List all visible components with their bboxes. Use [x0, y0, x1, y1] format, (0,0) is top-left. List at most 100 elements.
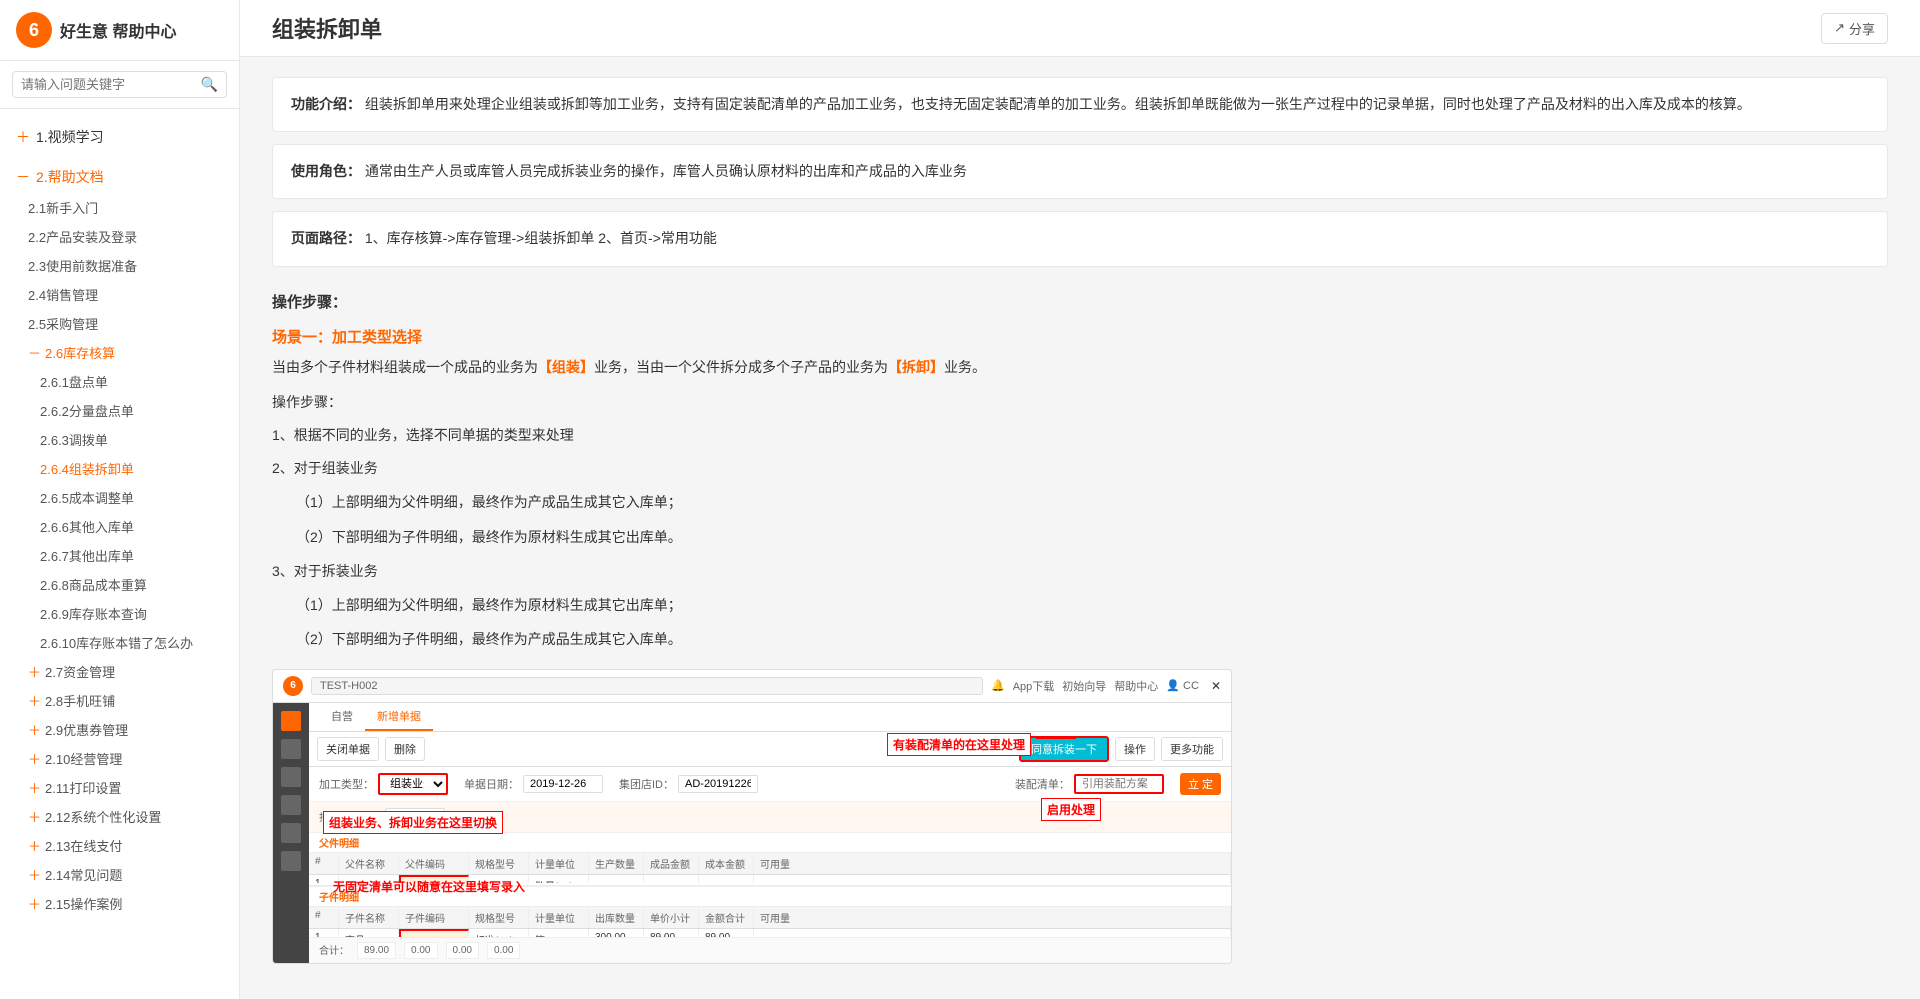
path-box: 页面路径： 1、库存核算->库存管理->组装拆卸单 2、首页->常用功能: [272, 211, 1888, 266]
sidebar-item-finance[interactable]: ＋ 2.7资金管理: [0, 657, 239, 686]
sidebar-item-264[interactable]: 2.6.4组装拆卸单: [0, 454, 239, 483]
steps-title: 操作步骤：: [272, 291, 1888, 312]
app-logo: 6: [16, 12, 52, 48]
mock-app-wrapper: 自营 新增单据 关闭单据 删除 同意拆装一下 操作 更多功能: [273, 703, 1231, 963]
sidebar-item-261[interactable]: 2.6.1盘点单: [0, 367, 239, 396]
logo-area: 6 好生意 帮助中心: [0, 0, 239, 61]
child-col-code: 子件编码: [399, 907, 469, 928]
sidebar-item-262[interactable]: 2.6.2分量盘点单: [0, 396, 239, 425]
ops-plus-icon: ＋: [28, 749, 41, 768]
mock-parent-table: # 父件名称 父件编码 规格型号 计量单位 生产数量 成品金额 成本金额 可用量: [309, 853, 1231, 883]
sidebar-item-data-prep[interactable]: 2.3使用前数据准备: [0, 251, 239, 280]
app-bar-icon4: 帮助中心: [1114, 678, 1158, 694]
share-icon: ↗: [1834, 20, 1845, 36]
step-2: 2、对于组装业务: [272, 456, 1888, 481]
inventory-minus-icon: －: [28, 343, 41, 362]
sidebar-item-269[interactable]: 2.6.9库存账本查询: [0, 599, 239, 628]
sidebar-item-print[interactable]: ＋ 2.11打印设置: [0, 773, 239, 802]
assemble-bracket: 【组装】: [538, 359, 594, 375]
page-header: 组装拆卸单 ↗ 分享: [240, 0, 1920, 57]
sidebar-item-payment[interactable]: ＋ 2.13在线支付: [0, 831, 239, 860]
mock-sidebar-icon-4: [281, 795, 301, 815]
mock-action-btn[interactable]: 同意拆装一下: [1019, 736, 1109, 762]
minus-icon: －: [16, 167, 30, 187]
field-type-label: 加工类型：: [319, 776, 374, 792]
sidebar-item-268[interactable]: 2.6.8商品成本重算: [0, 570, 239, 599]
sidebar-item-267[interactable]: 2.6.7其他出库单: [0, 541, 239, 570]
app-bar-icon5: 👤 CC: [1166, 679, 1199, 692]
sidebar-item-settings[interactable]: ＋ 2.12系统个性化设置: [0, 802, 239, 831]
mock-delete-btn[interactable]: 删除: [385, 737, 425, 761]
app-bar-icon3: 初始向导: [1062, 678, 1106, 694]
total-label: 合计：: [319, 942, 349, 959]
mock-extra-btn1[interactable]: 操作: [1115, 737, 1155, 761]
mock-tabs: 自营 新增单据: [309, 703, 1231, 732]
mock-child-code-1[interactable]: [399, 929, 469, 937]
child-col-num: #: [309, 907, 339, 928]
annotation-1-arrow: [1036, 737, 1076, 739]
nav-section-1: ＋ 1.视频学习: [0, 117, 239, 157]
child-col-price: 单价小计: [644, 907, 699, 928]
role-text: 通常由生产人员或库管人员完成拆装业务的操作，库管人员确认原材料的出库和产成品的入…: [365, 163, 967, 179]
coupon-plus-icon: ＋: [28, 720, 41, 739]
sidebar: 6 好生意 帮助中心 🔍 ＋ 1.视频学习 － 2.帮助文档 2.1新手入门 2…: [0, 0, 240, 999]
mock-template-input[interactable]: [1074, 774, 1164, 794]
mock-sidebar-icon-3: [281, 767, 301, 787]
mock-confirm-btn[interactable]: 立 定: [1180, 773, 1221, 795]
mock-app-logo: 6: [283, 676, 303, 696]
mock-tab-new[interactable]: 新增单据: [365, 703, 433, 731]
mock-parent-table-header: # 父件名称 父件编码 规格型号 计量单位 生产数量 成品金额 成本金额 可用量: [309, 853, 1231, 875]
mock-toolbar: 关闭单据 删除 同意拆装一下 操作 更多功能: [309, 732, 1231, 767]
sidebar-item-faq[interactable]: ＋ 2.14常见问题: [0, 860, 239, 889]
search-area: 🔍: [0, 61, 239, 109]
sidebar-item-video-learning[interactable]: ＋ 1.视频学习: [0, 121, 239, 153]
mock-id-input[interactable]: [678, 775, 758, 793]
sidebar-item-help-docs[interactable]: － 2.帮助文档: [0, 161, 239, 193]
sub-form-label: 批次员工：: [319, 809, 369, 824]
col-header-parent-name: 父件名称: [339, 853, 399, 874]
search-box[interactable]: 🔍: [12, 71, 227, 98]
sidebar-item-ops[interactable]: ＋ 2.10经营管理: [0, 744, 239, 773]
sidebar-item-coupon[interactable]: ＋ 2.9优惠券管理: [0, 715, 239, 744]
sidebar-item-new-user[interactable]: 2.1新手入门: [0, 193, 239, 222]
sidebar-item-install[interactable]: 2.2产品安装及登录: [0, 222, 239, 251]
mock-app-layout: 自营 新增单据 关闭单据 删除 同意拆装一下 操作 更多功能: [273, 703, 1231, 963]
faq-plus-icon: ＋: [28, 865, 41, 884]
mock-date-input[interactable]: [523, 775, 603, 793]
steps-section: 操作步骤： 场景一：加工类型选择 当由多个子件材料组装成一个成品的业务为【组装】…: [272, 279, 1888, 976]
mock-tab-home[interactable]: 自营: [319, 703, 365, 731]
mock-code-cell[interactable]: [399, 875, 469, 883]
col-header-unit: 计量单位: [529, 853, 589, 874]
sidebar-item-266[interactable]: 2.6.6其他入库单: [0, 512, 239, 541]
sidebar-item-2610[interactable]: 2.6.10库存账本错了怎么办: [0, 628, 239, 657]
mock-child-table: # 子件名称 子件编码 规格型号 计量单位 出库数量 单价小计 金额合计 可用量: [309, 907, 1231, 937]
col-header-num: #: [309, 853, 339, 874]
mock-type-select[interactable]: 组装业务 拆卸业务: [378, 773, 448, 795]
mock-address-bar: TEST-H002: [311, 677, 983, 695]
disassemble-bracket: 【拆卸】: [888, 359, 944, 375]
sidebar-item-mobile[interactable]: ＋ 2.8手机旺铺: [0, 686, 239, 715]
search-input[interactable]: [21, 77, 201, 92]
close-icon[interactable]: ✕: [1211, 679, 1221, 693]
cases-plus-icon: ＋: [28, 894, 41, 913]
mock-sidebar-icon-2: [281, 739, 301, 759]
mock-worker-input[interactable]: [385, 808, 445, 826]
mock-extra-btn2[interactable]: 更多功能: [1161, 737, 1223, 761]
child-col-name: 子件名称: [339, 907, 399, 928]
nav-sub-items-2: 2.1新手入门 2.2产品安装及登录 2.3使用前数据准备 2.4销售管理 2.…: [0, 193, 239, 918]
sidebar-item-inventory[interactable]: － 2.6库存核算: [0, 338, 239, 367]
scenario1-desc: 当由多个子件材料组装成一个成品的业务为【组装】业务，当由一个父件拆分成多个子产品…: [272, 355, 1888, 380]
sidebar-item-sales[interactable]: 2.4销售管理: [0, 280, 239, 309]
sidebar-item-cases[interactable]: ＋ 2.15操作案例: [0, 889, 239, 918]
child-col-spec: 规格型号: [469, 907, 529, 928]
field-id-label: 集团店ID：: [619, 776, 674, 792]
sidebar-item-263[interactable]: 2.6.3调拨单: [0, 425, 239, 454]
mock-child-table-title: 子件明细: [309, 885, 1231, 907]
sidebar-item-265[interactable]: 2.6.5成本调整单: [0, 483, 239, 512]
mock-close-btn[interactable]: 关闭单据: [317, 737, 379, 761]
mock-child-table-row-1: 1 商品1 标准(×1) 箱 300.00 89.00 89.00: [309, 929, 1231, 937]
sidebar-item-purchase[interactable]: 2.5采购管理: [0, 309, 239, 338]
share-button[interactable]: ↗ 分享: [1821, 13, 1888, 44]
role-box: 使用角色： 通常由生产人员或库管人员完成拆装业务的操作，库管人员确认原材料的出库…: [272, 144, 1888, 199]
search-icon[interactable]: 🔍: [201, 76, 218, 93]
